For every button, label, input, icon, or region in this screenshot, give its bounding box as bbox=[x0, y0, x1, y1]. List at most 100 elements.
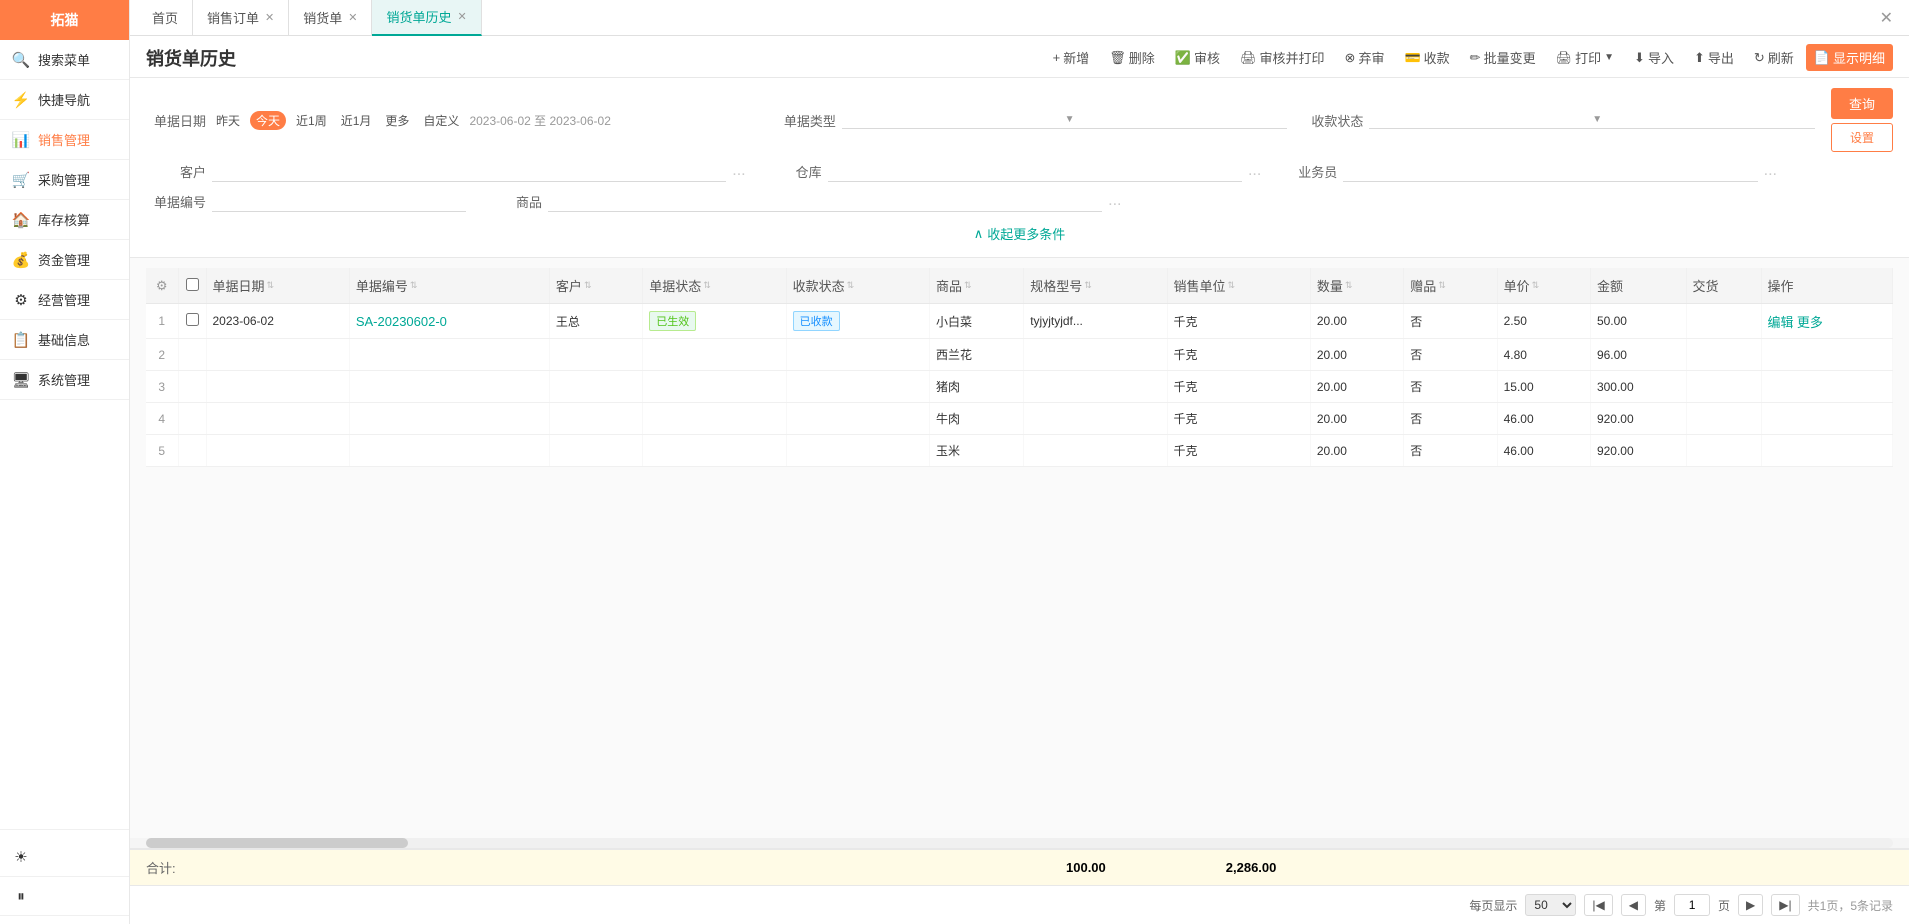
import-button[interactable]: ⬇ 导入 bbox=[1626, 44, 1682, 71]
sidebar-item-label: 销售管理 bbox=[38, 130, 90, 149]
settings-button[interactable]: 设置 bbox=[1831, 123, 1893, 152]
cell-action-3 bbox=[1761, 403, 1893, 435]
table-row: 1 2023-06-02 SA-20230602-0 王总 已生效 已收款 小白… bbox=[146, 304, 1893, 339]
cell-check-1 bbox=[178, 339, 206, 371]
sidebar-bottom-item2[interactable]: ⏸ bbox=[0, 877, 129, 916]
doc-type-select[interactable]: ▼ bbox=[842, 111, 1288, 129]
cell-docstatus-2 bbox=[643, 371, 786, 403]
customer-dots[interactable]: ... bbox=[732, 162, 745, 180]
prev-page-button[interactable]: ◀ bbox=[1621, 894, 1646, 916]
more-link[interactable]: 更多 bbox=[1797, 315, 1823, 330]
goods-dots[interactable]: ... bbox=[1108, 192, 1121, 210]
goods-label: 商品 bbox=[482, 192, 542, 211]
cell-goods-2: 猪肉 bbox=[929, 371, 1023, 403]
sort-icon-customer[interactable]: ⇅ bbox=[584, 280, 592, 291]
review-button[interactable]: ✅ 审核 bbox=[1167, 44, 1228, 71]
custom-btn[interactable]: 自定义 bbox=[419, 111, 463, 130]
sidebar-item-purchase-mgmt[interactable]: 🛒 采购管理 bbox=[0, 160, 129, 200]
salesperson-input[interactable] bbox=[1343, 160, 1757, 182]
yesterday-btn[interactable]: 昨天 bbox=[212, 111, 244, 130]
warehouse-input[interactable] bbox=[828, 160, 1242, 182]
edit-link[interactable]: 编辑 bbox=[1768, 315, 1794, 330]
new-button[interactable]: + 新增 bbox=[1045, 44, 1098, 71]
filter-row-2: 客户 ... 仓库 ... 业务员 ... bbox=[146, 160, 1893, 182]
sort-icon-gift[interactable]: ⇅ bbox=[1438, 280, 1446, 291]
week-btn[interactable]: 近1周 bbox=[292, 111, 331, 130]
cell-number-2 bbox=[349, 371, 549, 403]
cell-trade-0 bbox=[1686, 304, 1761, 339]
sidebar-item-sales-mgmt[interactable]: 📊 销售管理 bbox=[0, 120, 129, 160]
sidebar-item-inventory[interactable]: 🏠 库存核算 bbox=[0, 200, 129, 240]
th-price-label: 单价 bbox=[1504, 276, 1530, 295]
sidebar-item-basic-info[interactable]: 📋 基础信息 bbox=[0, 320, 129, 360]
collapse-button[interactable]: ∧ 收起更多条件 bbox=[146, 220, 1893, 247]
sort-icon-number[interactable]: ⇅ bbox=[410, 280, 418, 291]
doc-number-link[interactable]: SA-20230602-0 bbox=[356, 314, 447, 329]
review-print-button[interactable]: 🖨 审核并打印 bbox=[1232, 44, 1333, 71]
sidebar-item-finance-mgmt[interactable]: 💰 资金管理 bbox=[0, 240, 129, 280]
inventory-icon: 🏠 bbox=[12, 211, 30, 229]
table-settings-icon[interactable]: ⚙ bbox=[156, 278, 168, 293]
sort-icon-paymentstatus[interactable]: ⇅ bbox=[847, 280, 855, 291]
collect-button[interactable]: 💳 收款 bbox=[1396, 44, 1457, 71]
print-button[interactable]: 🖨 打印 ▼ bbox=[1548, 44, 1622, 71]
salesperson-dots[interactable]: ... bbox=[1764, 162, 1777, 180]
sort-icon-spec[interactable]: ⇅ bbox=[1084, 280, 1092, 291]
sidebar-item-operation-mgmt[interactable]: ⚙ 经营管理 bbox=[0, 280, 129, 320]
tab-sales-delivery[interactable]: 销货单 ✕ bbox=[289, 0, 372, 36]
filter-row-1: 单据日期 昨天 今天 近1周 近1月 更多 自定义 2023-06-02 至 2… bbox=[146, 88, 1893, 152]
month-btn[interactable]: 近1月 bbox=[337, 111, 376, 130]
next-page-button[interactable]: ▶ bbox=[1738, 894, 1763, 916]
cell-spec-4 bbox=[1024, 435, 1167, 467]
th-number-label: 单据编号 bbox=[356, 276, 408, 295]
sidebar-bottom-item1[interactable]: ☀ bbox=[0, 838, 129, 877]
customer-input[interactable] bbox=[212, 160, 726, 182]
doc-number-input[interactable] bbox=[212, 190, 466, 212]
scrollbar-thumb[interactable] bbox=[146, 838, 408, 848]
sort-icon-goods[interactable]: ⇅ bbox=[964, 280, 972, 291]
sort-icon-qty[interactable]: ⇅ bbox=[1345, 280, 1353, 291]
cell-date-4 bbox=[206, 435, 349, 467]
warehouse-dots[interactable]: ... bbox=[1248, 162, 1261, 180]
tab-sales-history[interactable]: 销货单历史 ✕ bbox=[372, 0, 481, 36]
cell-amount-2: 300.00 bbox=[1590, 371, 1686, 403]
goods-input[interactable] bbox=[548, 190, 1102, 212]
row-checkbox[interactable] bbox=[186, 313, 199, 326]
doc-number-label: 单据编号 bbox=[146, 192, 206, 211]
tab-sales-history-close[interactable]: ✕ bbox=[458, 10, 467, 23]
sort-icon-price[interactable]: ⇅ bbox=[1532, 280, 1540, 291]
window-close-button[interactable]: ✕ bbox=[1872, 8, 1901, 28]
sort-icon-date[interactable]: ⇅ bbox=[267, 280, 275, 291]
first-page-button[interactable]: |◀ bbox=[1584, 894, 1612, 916]
query-button[interactable]: 查询 bbox=[1831, 88, 1893, 119]
payment-status-select[interactable]: ▼ bbox=[1369, 111, 1815, 129]
abandon-button[interactable]: ⊗ 弃审 bbox=[1337, 44, 1393, 71]
show-detail-button[interactable]: 📄 显示明细 bbox=[1806, 44, 1893, 71]
last-page-button[interactable]: ▶| bbox=[1771, 894, 1799, 916]
sidebar-item-system-mgmt[interactable]: 🖥 系统管理 bbox=[0, 360, 129, 400]
more-btn[interactable]: 更多 bbox=[381, 111, 413, 130]
chevron-up-icon: ∧ bbox=[974, 226, 984, 242]
select-all-checkbox[interactable] bbox=[186, 278, 199, 291]
delete-button[interactable]: 🗑 删除 bbox=[1101, 44, 1163, 71]
export-button[interactable]: ⬆ 导出 bbox=[1686, 44, 1742, 71]
payment-status-badge: 已收款 bbox=[793, 311, 840, 331]
cell-unit-2: 千克 bbox=[1167, 371, 1310, 403]
tab-sales-delivery-close[interactable]: ✕ bbox=[348, 11, 357, 24]
page-number-input[interactable]: 1 bbox=[1674, 894, 1710, 916]
sidebar-item-quick-nav[interactable]: ⚡ 快捷导航 bbox=[0, 80, 129, 120]
sort-icon-unit[interactable]: ⇅ bbox=[1228, 280, 1236, 291]
tab-sales-order-close[interactable]: ✕ bbox=[265, 11, 274, 24]
horizontal-scrollbar[interactable] bbox=[146, 838, 1893, 848]
refresh-button[interactable]: ↻ 刷新 bbox=[1746, 44, 1802, 71]
date-shortcuts: 昨天 今天 近1周 近1月 更多 自定义 2023-06-02 至 2023-0… bbox=[212, 111, 611, 130]
th-date: 单据日期 ⇅ bbox=[206, 268, 349, 304]
tab-sales-order[interactable]: 销售订单 ✕ bbox=[193, 0, 289, 36]
today-btn[interactable]: 今天 bbox=[250, 111, 286, 130]
sidebar-item-search-menu[interactable]: 🔍 搜索菜单 bbox=[0, 40, 129, 80]
cell-spec-1 bbox=[1024, 339, 1167, 371]
batch-change-button[interactable]: ✏ 批量变更 bbox=[1462, 44, 1544, 71]
per-page-select[interactable]: 50 100 200 bbox=[1525, 894, 1576, 916]
tab-home[interactable]: 首页 bbox=[138, 0, 193, 36]
sort-icon-docstatus[interactable]: ⇅ bbox=[703, 280, 711, 291]
